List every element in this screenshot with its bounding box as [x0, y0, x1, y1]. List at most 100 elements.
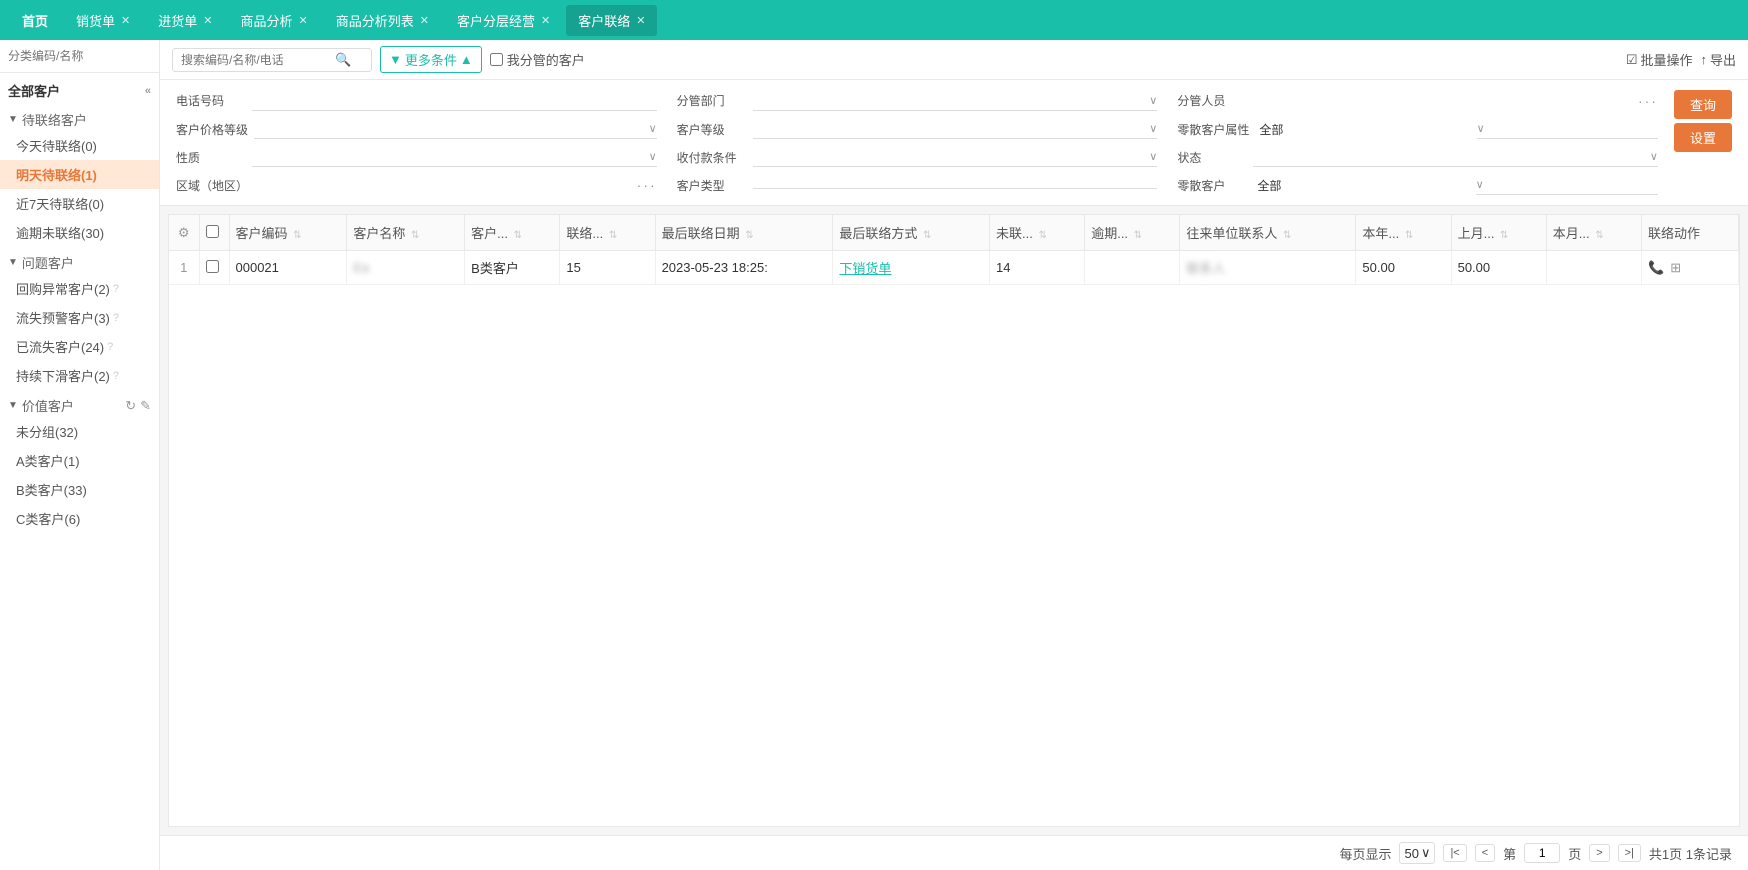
filter-label-customer-type: 客户类型 — [677, 177, 747, 194]
filter-select-dept[interactable]: ∨ — [753, 91, 1158, 111]
action-phone-icon[interactable]: 📞 — [1648, 260, 1664, 276]
link-last-method[interactable]: 下销货单 — [839, 261, 891, 276]
batch-op-label: 批量操作 — [1640, 50, 1692, 69]
chevron-down-payment: ∨ — [1149, 150, 1157, 163]
total-info: 共1页 1条记录 — [1649, 844, 1732, 863]
nav-sales-close-icon[interactable]: ✕ — [121, 14, 130, 27]
sidebar-item-tomorrow[interactable]: 明天待联络(1) — [0, 160, 159, 189]
sidebar-item-abnormal[interactable]: 回购异常客户(2) ? — [0, 274, 159, 303]
col-settings[interactable]: ⚙ — [169, 215, 199, 251]
row-checkbox[interactable] — [206, 260, 219, 273]
sidebar-item-c-class-label: C类客户(6) — [16, 509, 80, 528]
search-input[interactable] — [181, 53, 331, 67]
page-next-button[interactable]: > — [1589, 844, 1609, 862]
nav-customer-contact[interactable]: 客户联络 ✕ — [566, 5, 657, 36]
sidebar-item-b-class[interactable]: B类客户(33) — [0, 475, 159, 504]
nav-sales[interactable]: 销货单 ✕ — [64, 5, 142, 36]
nav-customer-contact-close-icon[interactable]: ✕ — [636, 14, 645, 27]
action-grid-icon[interactable]: ⊞ — [1670, 260, 1681, 276]
search-button-icon[interactable]: 🔍 — [335, 52, 351, 68]
group-label-value[interactable]: 价值客户 ↻ ✎ — [0, 390, 159, 417]
filter-icon: ▼ — [389, 52, 402, 67]
sidebar-item-churn-warning[interactable]: 流失预警客户(3) ? — [0, 303, 159, 332]
value-edit-icon[interactable]: ✎ — [140, 398, 151, 414]
all-customers-header[interactable]: 全部客户 « — [0, 73, 159, 104]
filter-select-status[interactable]: ∨ — [1253, 147, 1658, 167]
filter-dots-person[interactable]: ··· — [1638, 93, 1658, 109]
col-action: 联络动作 — [1642, 215, 1739, 251]
filter-select-retail-attr[interactable]: ∨ — [1477, 119, 1658, 139]
page-number-input[interactable] — [1524, 843, 1560, 863]
filter-item-phone: 电话号码 — [176, 90, 657, 111]
sidebar-search-area: 🔍 — [0, 40, 159, 73]
filter-item-person: 分管人员 ··· — [1177, 92, 1658, 109]
help-icon-churn-warning: ? — [113, 312, 119, 324]
sort-icon-last-date: ⇅ — [745, 230, 753, 241]
chevron-down-retail-attr: ∨ — [1477, 122, 1485, 135]
page-prev-button[interactable]: < — [1475, 844, 1495, 862]
nav-product-analysis[interactable]: 商品分析 ✕ — [228, 5, 319, 36]
filter-label-retail-attr: 零散客户属性 — [1177, 121, 1249, 138]
my-customers-checkbox[interactable] — [490, 53, 503, 66]
sidebar-item-ungrouped[interactable]: 未分组(32) — [0, 417, 159, 446]
filter-label-phone: 电话号码 — [176, 92, 246, 109]
nav-product-analysis-list-close-icon[interactable]: ✕ — [420, 14, 429, 27]
filter-select-nature[interactable]: ∨ — [252, 147, 657, 167]
value-refresh-icon[interactable]: ↻ — [125, 398, 136, 414]
nav-product-analysis-list[interactable]: 商品分析列表 ✕ — [324, 5, 441, 36]
batch-op-button[interactable]: ☑ 批量操作 — [1626, 50, 1693, 69]
nav-purchase-label: 进货单 — [158, 11, 197, 30]
filter-select-retail[interactable]: ∨ — [1476, 175, 1658, 195]
filter-item-customer-type: 客户类型 — [677, 177, 1158, 194]
search-input-wrap[interactable]: 🔍 — [172, 48, 372, 72]
sidebar-item-overdue-label: 逾期未联络(30) — [16, 223, 104, 242]
filter-row-3: 性质 ∨ 收付款条件 ∨ — [176, 147, 1658, 167]
sidebar-item-a-class[interactable]: A类客户(1) — [0, 446, 159, 475]
my-customers-checkbox-wrap[interactable]: 我分管的客户 — [490, 50, 585, 69]
cell-contact-count: 15 — [560, 251, 655, 285]
sidebar-item-churned[interactable]: 已流失客户(24) ? — [0, 332, 159, 361]
nav-customer-segmentation-close-icon[interactable]: ✕ — [541, 14, 550, 27]
col-last-month: 上月... ⇅ — [1451, 215, 1546, 251]
sidebar-item-declining[interactable]: 持续下滑客户(2) ? — [0, 361, 159, 390]
filter-select-price-grade[interactable]: ∨ — [254, 119, 657, 139]
per-page-select[interactable]: 50 ∨ — [1399, 842, 1435, 864]
sidebar-item-overdue[interactable]: 逾期未联络(30) — [0, 218, 159, 247]
col-contact-count: 联络... ⇅ — [560, 215, 655, 251]
filter-item-dept: 分管部门 ∨ — [677, 91, 1158, 111]
export-label: 导出 — [1710, 50, 1736, 69]
select-all-checkbox[interactable] — [206, 225, 219, 238]
query-button[interactable]: 查询 — [1674, 90, 1732, 119]
filter-select-customer-type[interactable] — [753, 182, 1158, 189]
filter-select-payment[interactable]: ∨ — [753, 147, 1158, 167]
sort-icon-code: ⇅ — [293, 230, 301, 241]
filter-dots-region[interactable]: ··· — [637, 177, 657, 193]
nav-customer-segmentation[interactable]: 客户分层经营 ✕ — [445, 5, 562, 36]
nav-purchase[interactable]: 进货单 ✕ — [146, 5, 224, 36]
reset-button[interactable]: 设置 — [1674, 123, 1732, 152]
chevron-down-status: ∨ — [1650, 150, 1658, 163]
filter-row-4: 区域（地区） ··· 客户类型 零散 — [176, 175, 1658, 195]
page-last-button[interactable]: >| — [1618, 844, 1641, 862]
sidebar-item-7days[interactable]: 近7天待联络(0) — [0, 189, 159, 218]
filter-label-region: 区域（地区） — [176, 177, 248, 194]
filter-select-customer-grade[interactable]: ∨ — [753, 119, 1158, 139]
sidebar-search-input[interactable] — [8, 49, 160, 63]
group-label-problem[interactable]: 问题客户 — [0, 247, 159, 274]
export-button[interactable]: ↑ 导出 — [1700, 50, 1736, 69]
cell-checkbox[interactable] — [199, 251, 229, 285]
nav-product-analysis-close-icon[interactable]: ✕ — [299, 14, 308, 27]
page-first-button[interactable]: |< — [1443, 844, 1466, 862]
sidebar-item-b-class-label: B类客户(33) — [16, 480, 87, 499]
filter-input-phone[interactable] — [252, 90, 657, 111]
cell-this-month — [1546, 251, 1641, 285]
group-label-pending[interactable]: 待联络客户 — [0, 104, 159, 131]
nav-purchase-close-icon[interactable]: ✕ — [203, 14, 212, 27]
sidebar-item-c-class[interactable]: C类客户(6) — [0, 504, 159, 533]
cell-last-method: 下销货单 — [833, 251, 990, 285]
sort-icon-last-month: ⇅ — [1500, 230, 1508, 241]
nav-home[interactable]: 首页 — [10, 5, 60, 36]
nav-customer-contact-label: 客户联络 — [578, 11, 630, 30]
more-filter-button[interactable]: ▼ 更多条件 ▲ — [380, 46, 482, 73]
sidebar-item-today[interactable]: 今天待联络(0) — [0, 131, 159, 160]
